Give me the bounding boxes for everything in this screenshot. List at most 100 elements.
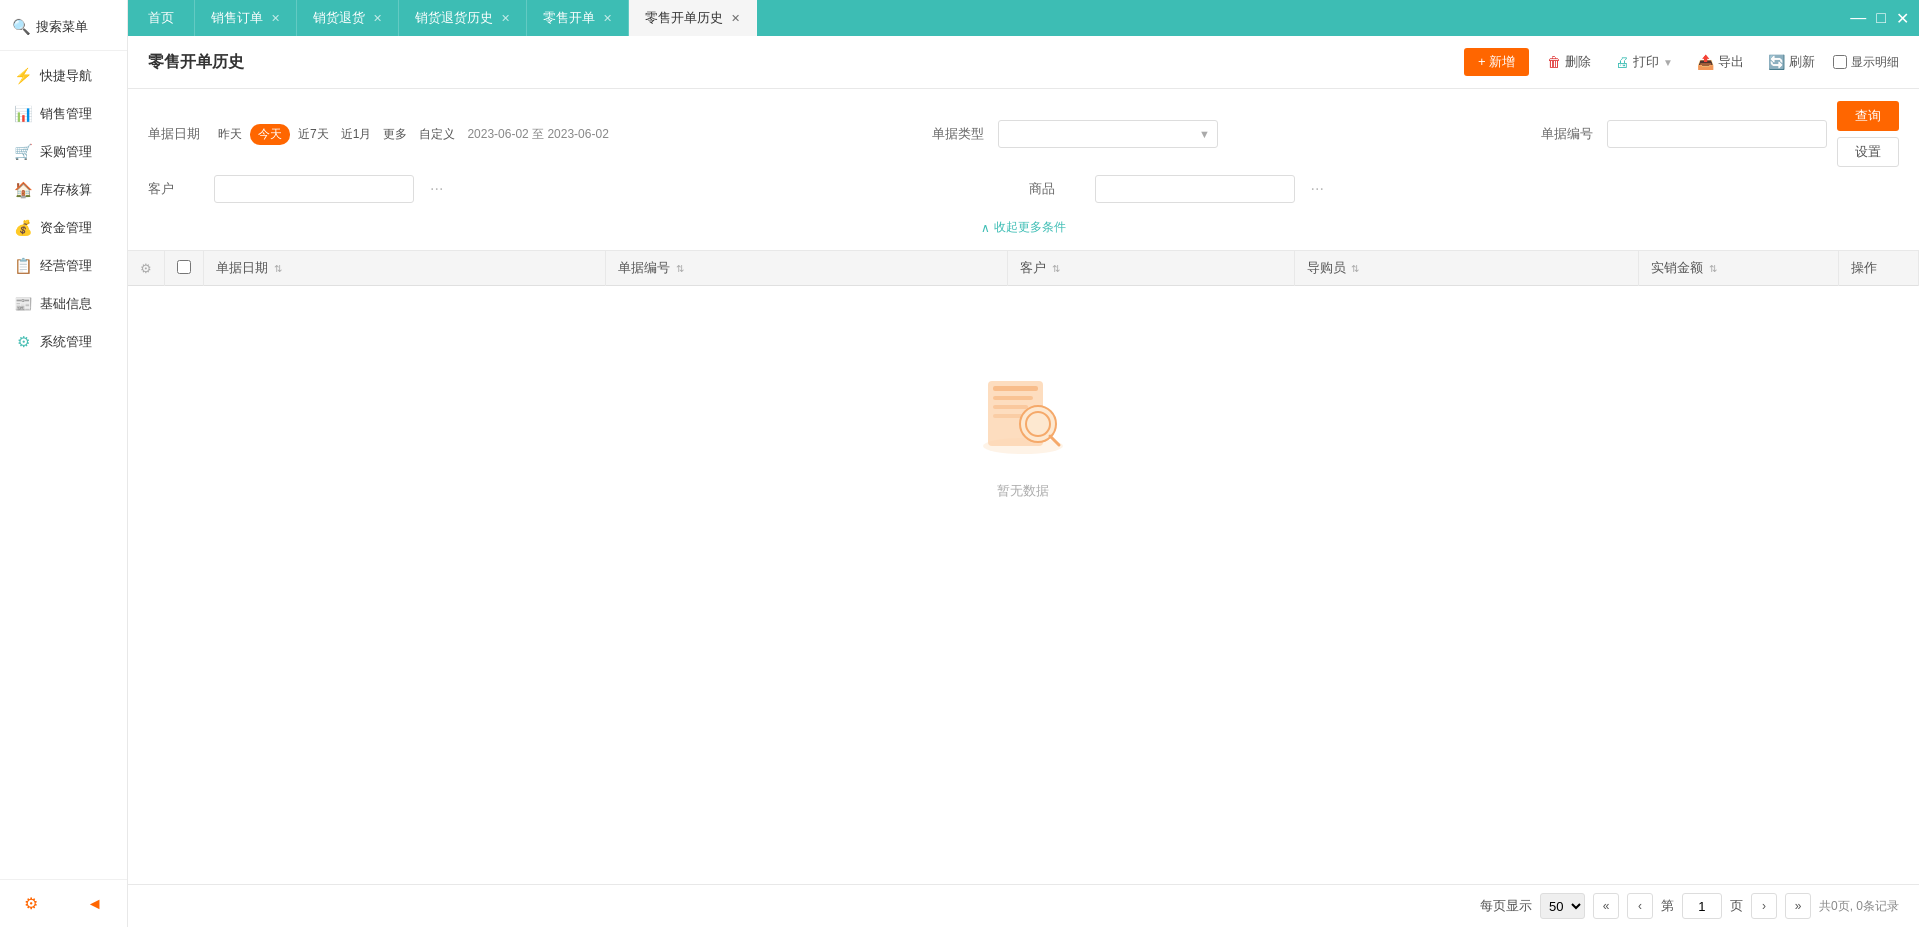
sales-mgmt-icon: 📊 [14, 105, 32, 123]
sidebar-item-inventory[interactable]: 🏠 库存核算 [0, 171, 127, 209]
svg-rect-2 [993, 386, 1038, 391]
maximize-button[interactable]: □ [1876, 9, 1886, 27]
tab-sales-return[interactable]: 销货退货 ✕ [297, 0, 399, 36]
sidebar-search-section: 🔍 搜索菜单 [0, 0, 127, 51]
tab-retail-open-label: 零售开单 [543, 9, 595, 27]
last-page-button[interactable]: » [1785, 893, 1811, 919]
sort-amount-icon: ⇅ [1709, 263, 1717, 274]
date-options: 昨天 今天 近7天 近1月 更多 自定义 2023-06-02 至 2023-0… [214, 124, 609, 145]
export-button[interactable]: 📤 导出 [1691, 49, 1750, 75]
svg-rect-5 [993, 414, 1023, 418]
order-type-select[interactable] [998, 120, 1218, 148]
date-opt-yesterday[interactable]: 昨天 [214, 124, 246, 145]
sidebar-item-quick-nav[interactable]: ⚡ 快捷导航 [0, 57, 127, 95]
tab-retail-open-history-close[interactable]: ✕ [731, 12, 740, 25]
th-date[interactable]: 单据日期 ⇅ [204, 251, 606, 286]
show-detail-section: 显示明细 [1833, 54, 1899, 71]
sidebar-bottom: ⚙ ◄ [0, 879, 127, 927]
customer-input[interactable] [214, 175, 414, 203]
page-size-select[interactable]: 50 [1540, 893, 1585, 919]
print-button[interactable]: 🖨 打印 ▼ [1609, 49, 1679, 75]
th-customer[interactable]: 客户 ⇅ [1007, 251, 1294, 286]
minimize-button[interactable]: — [1850, 9, 1866, 27]
sidebar-item-sales-mgmt[interactable]: 📊 销售管理 [0, 95, 127, 133]
settings-bottom-button[interactable]: ⚙ [16, 890, 46, 917]
first-page-button[interactable]: « [1593, 893, 1619, 919]
tab-sales-order-close[interactable]: ✕ [271, 12, 280, 25]
sidebar-item-label: 库存核算 [40, 181, 92, 199]
date-range-display: 2023-06-02 至 2023-06-02 [467, 126, 608, 143]
refresh-icon: 🔄 [1768, 54, 1785, 70]
close-button[interactable]: ✕ [1896, 9, 1909, 28]
date-opt-today[interactable]: 今天 [250, 124, 290, 145]
th-gear[interactable]: ⚙ [128, 251, 165, 286]
th-amount[interactable]: 实销金额 ⇅ [1639, 251, 1839, 286]
customer-label: 客户 [148, 180, 204, 198]
search-menu-button[interactable]: 🔍 搜索菜单 [0, 14, 127, 40]
delete-icon: 🗑 [1547, 54, 1561, 70]
customer-dots[interactable]: ··· [424, 180, 449, 198]
page-size-label: 每页显示 [1480, 897, 1532, 915]
select-all-checkbox[interactable] [177, 260, 191, 274]
delete-button[interactable]: 🗑 删除 [1541, 49, 1597, 75]
query-button[interactable]: 查询 [1837, 101, 1899, 131]
sidebar-item-base-info[interactable]: 📰 基础信息 [0, 285, 127, 323]
tab-sales-return-history-label: 销货退货历史 [415, 9, 493, 27]
collapse-sidebar-button[interactable]: ◄ [79, 891, 111, 917]
add-button[interactable]: + 新增 [1464, 48, 1529, 76]
tab-sales-return-history[interactable]: 销货退货历史 ✕ [399, 0, 527, 36]
filter-row-2: 客户 ··· 商品 ··· [148, 175, 1899, 203]
collapse-label: 收起更多条件 [994, 219, 1066, 236]
main-content: 首页 销售订单 ✕ 销货退货 ✕ 销货退货历史 ✕ 零售开单 ✕ 零售开单历史 … [128, 0, 1919, 927]
tab-retail-open-close[interactable]: ✕ [603, 12, 612, 25]
sidebar-item-label: 基础信息 [40, 295, 92, 313]
show-detail-checkbox[interactable] [1833, 55, 1847, 69]
finance-icon: 💰 [14, 219, 32, 237]
sort-salesperson-icon: ⇅ [1351, 263, 1359, 274]
window-controls: — □ ✕ [1850, 9, 1919, 28]
tab-retail-open[interactable]: 零售开单 ✕ [527, 0, 629, 36]
sidebar-item-label: 销售管理 [40, 105, 92, 123]
date-opt-more[interactable]: 更多 [379, 124, 411, 145]
show-detail-label: 显示明细 [1851, 54, 1899, 71]
total-info: 共0页, 0条记录 [1819, 898, 1899, 915]
order-no-input[interactable] [1607, 120, 1827, 148]
sidebar-item-label: 快捷导航 [40, 67, 92, 85]
sidebar-item-sys-mgmt[interactable]: ⚙ 系统管理 [0, 323, 127, 361]
collapse-button[interactable]: ∧ 收起更多条件 [981, 215, 1066, 240]
tab-sales-order[interactable]: 销售订单 ✕ [195, 0, 297, 36]
th-customer-label: 客户 [1020, 260, 1046, 275]
date-opt-last-month[interactable]: 近1月 [337, 124, 376, 145]
tab-sales-return-close[interactable]: ✕ [373, 12, 382, 25]
date-opt-custom[interactable]: 自定义 [415, 124, 459, 145]
page-title: 零售开单历史 [148, 52, 244, 73]
sidebar-item-purchase-mgmt[interactable]: 🛒 采购管理 [0, 133, 127, 171]
filter-row-1: 单据日期 昨天 今天 近7天 近1月 更多 自定义 2023-06-02 至 2… [148, 101, 1899, 167]
th-checkbox[interactable] [165, 251, 204, 286]
goods-dots[interactable]: ··· [1305, 180, 1330, 198]
refresh-button[interactable]: 🔄 刷新 [1762, 49, 1821, 75]
tab-retail-open-history[interactable]: 零售开单历史 ✕ [629, 0, 757, 36]
tab-sales-return-history-close[interactable]: ✕ [501, 12, 510, 25]
th-order-no-label: 单据编号 [618, 260, 670, 275]
goods-input[interactable] [1095, 175, 1295, 203]
th-salesperson[interactable]: 导购员 ⇅ [1294, 251, 1638, 286]
next-page-button[interactable]: › [1751, 893, 1777, 919]
filter-settings-button[interactable]: 设置 [1837, 137, 1899, 167]
empty-state: 暂无数据 [128, 286, 1919, 540]
prev-page-button[interactable]: ‹ [1627, 893, 1653, 919]
data-table: ⚙ 单据日期 ⇅ 单据编号 ⇅ 客户 ⇅ [128, 251, 1919, 540]
date-opt-last7[interactable]: 近7天 [294, 124, 333, 145]
sidebar-item-operations[interactable]: 📋 经营管理 [0, 247, 127, 285]
th-order-no[interactable]: 单据编号 ⇅ [605, 251, 1007, 286]
table-area: ⚙ 单据日期 ⇅ 单据编号 ⇅ 客户 ⇅ [128, 251, 1919, 884]
sidebar-item-finance[interactable]: 💰 资金管理 [0, 209, 127, 247]
inventory-icon: 🏠 [14, 181, 32, 199]
sort-customer-icon: ⇅ [1052, 263, 1060, 274]
page-number-input[interactable] [1682, 893, 1722, 919]
operations-icon: 📋 [14, 257, 32, 275]
print-icon: 🖨 [1615, 54, 1629, 70]
export-icon: 📤 [1697, 54, 1714, 70]
tab-home[interactable]: 首页 [128, 0, 195, 36]
svg-rect-4 [993, 405, 1028, 409]
